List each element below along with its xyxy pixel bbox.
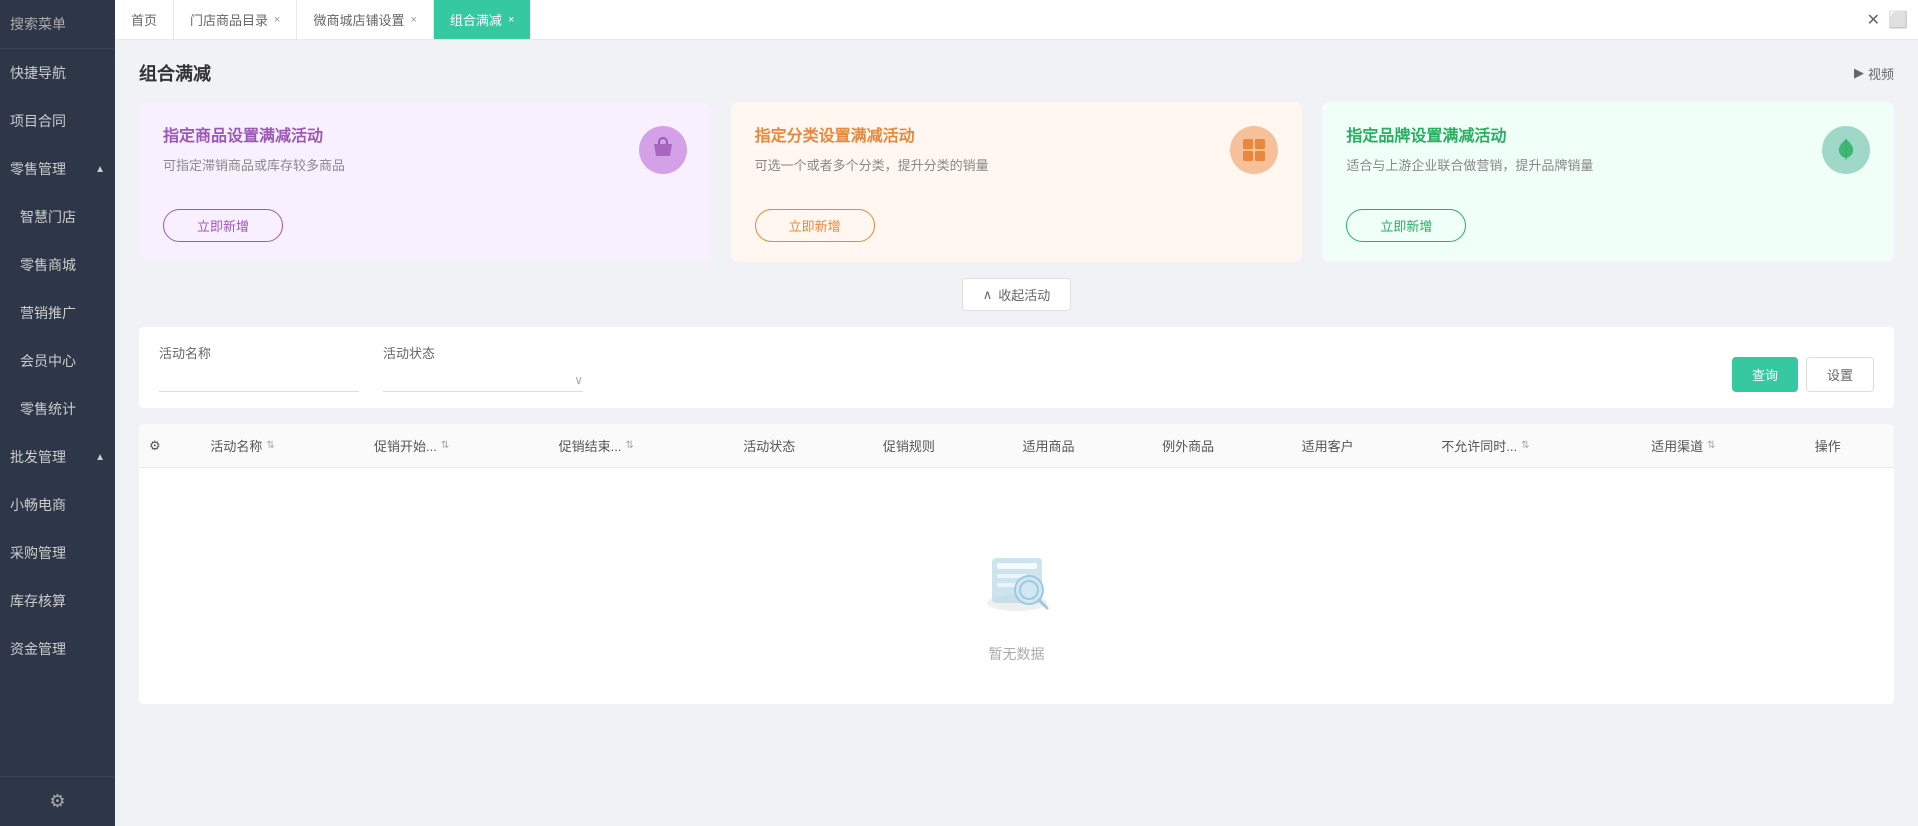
col-channels[interactable]: 适用渠道 ⇅	[1641, 424, 1805, 468]
chevron-up-icon: ∧	[983, 287, 993, 303]
collapse-bar: ∧ 收起活动	[139, 278, 1894, 311]
collapse-btn[interactable]: ∧ 收起活动	[962, 278, 1072, 311]
col-settings[interactable]: ⚙	[139, 424, 200, 468]
category-card-btn[interactable]: 立即新增	[755, 209, 875, 242]
restore-window-icon[interactable]: ⬜	[1888, 10, 1908, 30]
col-rules: 促销规则	[873, 424, 1013, 468]
sidebar-item-retail-stats[interactable]: 零售统计	[0, 385, 115, 433]
col-except: 例外商品	[1152, 424, 1292, 468]
product-card: 指定商品设置满减活动 可指定滞销商品或库存较多商品 立即新增	[139, 102, 711, 262]
table-container: ⚙ 活动名称 ⇅ 促销开始... ⇅	[139, 424, 1894, 704]
close-window-icon[interactable]: ✕	[1867, 10, 1880, 30]
sidebar-item-finance[interactable]: 资金管理	[0, 625, 115, 673]
sidebar-item-xiaochang[interactable]: 小畅电商	[0, 481, 115, 529]
chevron-up-icon: ▲	[95, 164, 105, 175]
topbar-actions: ✕ ⬜	[1867, 10, 1918, 30]
sidebar-bottom: ⚙	[0, 776, 115, 826]
category-card-icon	[1230, 126, 1278, 174]
main-area: 首页 门店商品目录 × 微商城店铺设置 × 组合满减 × ✕ ⬜ 组合满减 ▶ …	[115, 0, 1918, 826]
col-end[interactable]: 促销结束... ⇅	[549, 424, 734, 468]
sort-icon-start: ⇅	[441, 440, 449, 451]
sidebar-item-member-center[interactable]: 会员中心	[0, 337, 115, 385]
sidebar-item-marketing[interactable]: 营销推广	[0, 289, 115, 337]
sort-icon-name: ⇅	[266, 440, 274, 451]
product-card-icon	[639, 126, 687, 174]
sidebar: 搜索菜单 快捷导航 项目合同 零售管理 ▲ 智慧门店 零售商城 营销推广 会员中…	[0, 0, 115, 826]
cards-row: 指定商品设置满减活动 可指定滞销商品或库存较多商品 立即新增 指定分类设置满减活…	[139, 102, 1894, 262]
empty-icon	[967, 528, 1067, 628]
sidebar-item-purchase-mgmt[interactable]: 采购管理	[0, 529, 115, 577]
sidebar-item-wholesale-mgmt[interactable]: 批发管理 ▲	[0, 433, 115, 481]
col-status: 活动状态	[733, 424, 873, 468]
empty-state-cell: 暂无数据	[139, 468, 1894, 705]
sidebar-item-inventory[interactable]: 库存核算	[0, 577, 115, 625]
video-link[interactable]: ▶ 视频	[1854, 64, 1894, 83]
brand-card-title: 指定品牌设置满减活动	[1346, 122, 1870, 146]
table-header-row: ⚙ 活动名称 ⇅ 促销开始... ⇅	[139, 424, 1894, 468]
setting-button[interactable]: 设置	[1806, 357, 1874, 392]
data-table: ⚙ 活动名称 ⇅ 促销开始... ⇅	[139, 424, 1894, 704]
close-tab-store-catalog[interactable]: ×	[274, 14, 280, 26]
col-name[interactable]: 活动名称 ⇅	[200, 424, 364, 468]
col-actions: 操作	[1805, 424, 1894, 468]
topbar: 首页 门店商品目录 × 微商城店铺设置 × 组合满减 × ✕ ⬜	[115, 0, 1918, 40]
search-actions: 查询 设置	[1732, 357, 1874, 392]
product-card-btn[interactable]: 立即新增	[163, 209, 283, 242]
activity-status-label: 活动状态	[383, 343, 583, 362]
activity-status-select-wrapper: 进行中 未开始 已结束 ∨	[383, 368, 583, 392]
sidebar-item-smart-store[interactable]: 智慧门店	[0, 193, 115, 241]
col-no-stack[interactable]: 不允许同时... ⇅	[1431, 424, 1641, 468]
col-start[interactable]: 促销开始... ⇅	[364, 424, 549, 468]
sidebar-item-project-contract[interactable]: 项目合同	[0, 97, 115, 145]
query-button[interactable]: 查询	[1732, 357, 1798, 392]
category-card: 指定分类设置满减活动 可选一个或者多个分类，提升分类的销量 立即新增	[731, 102, 1303, 262]
sidebar-item-retail-mall[interactable]: 零售商城	[0, 241, 115, 289]
activity-name-input[interactable]	[159, 368, 359, 392]
sort-icon-channels: ⇅	[1707, 440, 1715, 451]
content-area: 组合满减 ▶ 视频 指定商品设置满减活动 可指定滞销商品或库存较多商品 立即新增	[115, 40, 1918, 826]
tab-wechat-settings[interactable]: 微商城店铺设置 ×	[297, 0, 433, 39]
page-header: 组合满减 ▶ 视频	[139, 60, 1894, 86]
tab-combo-discount[interactable]: 组合满减 ×	[434, 0, 531, 39]
empty-state: 暂无数据	[139, 468, 1894, 704]
tab-home[interactable]: 首页	[115, 0, 174, 39]
category-card-title: 指定分类设置满减活动	[755, 122, 1279, 146]
activity-name-label: 活动名称	[159, 343, 359, 362]
sidebar-search[interactable]: 搜索菜单	[0, 0, 115, 49]
sidebar-item-quick-nav[interactable]: 快捷导航	[0, 49, 115, 97]
search-bar: 活动名称 活动状态 进行中 未开始 已结束 ∨ 查询 设置	[139, 327, 1894, 408]
chevron-down-icon: ▲	[95, 452, 105, 463]
close-tab-combo-discount[interactable]: ×	[508, 14, 514, 26]
gear-icon[interactable]: ⚙	[49, 791, 65, 812]
sort-icon-end: ⇅	[625, 440, 633, 451]
search-activity-name-field: 活动名称	[159, 343, 359, 392]
tab-store-catalog[interactable]: 门店商品目录 ×	[174, 0, 297, 39]
sort-icon-no-stack: ⇅	[1521, 440, 1529, 451]
close-tab-wechat-settings[interactable]: ×	[410, 14, 416, 26]
category-card-desc: 可选一个或者多个分类，提升分类的销量	[755, 156, 1279, 176]
brand-card-icon	[1822, 126, 1870, 174]
brand-card-btn[interactable]: 立即新增	[1346, 209, 1466, 242]
play-circle-icon: ▶	[1854, 65, 1864, 81]
col-customers: 适用客户	[1292, 424, 1432, 468]
product-card-desc: 可指定滞销商品或库存较多商品	[163, 156, 687, 176]
table-body: 暂无数据	[139, 468, 1894, 705]
empty-text: 暂无数据	[989, 644, 1045, 664]
brand-card: 指定品牌设置满减活动 适合与上游企业联合做营销，提升品牌销量 立即新增	[1322, 102, 1894, 262]
page-title: 组合满减	[139, 60, 211, 86]
sidebar-item-retail-mgmt[interactable]: 零售管理 ▲	[0, 145, 115, 193]
activity-status-select[interactable]: 进行中 未开始 已结束	[383, 368, 583, 392]
brand-card-desc: 适合与上游企业联合做营销，提升品牌销量	[1346, 156, 1870, 176]
search-activity-status-field: 活动状态 进行中 未开始 已结束 ∨	[383, 343, 583, 392]
product-card-title: 指定商品设置满减活动	[163, 122, 687, 146]
empty-state-row: 暂无数据	[139, 468, 1894, 705]
col-products: 适用商品	[1012, 424, 1152, 468]
